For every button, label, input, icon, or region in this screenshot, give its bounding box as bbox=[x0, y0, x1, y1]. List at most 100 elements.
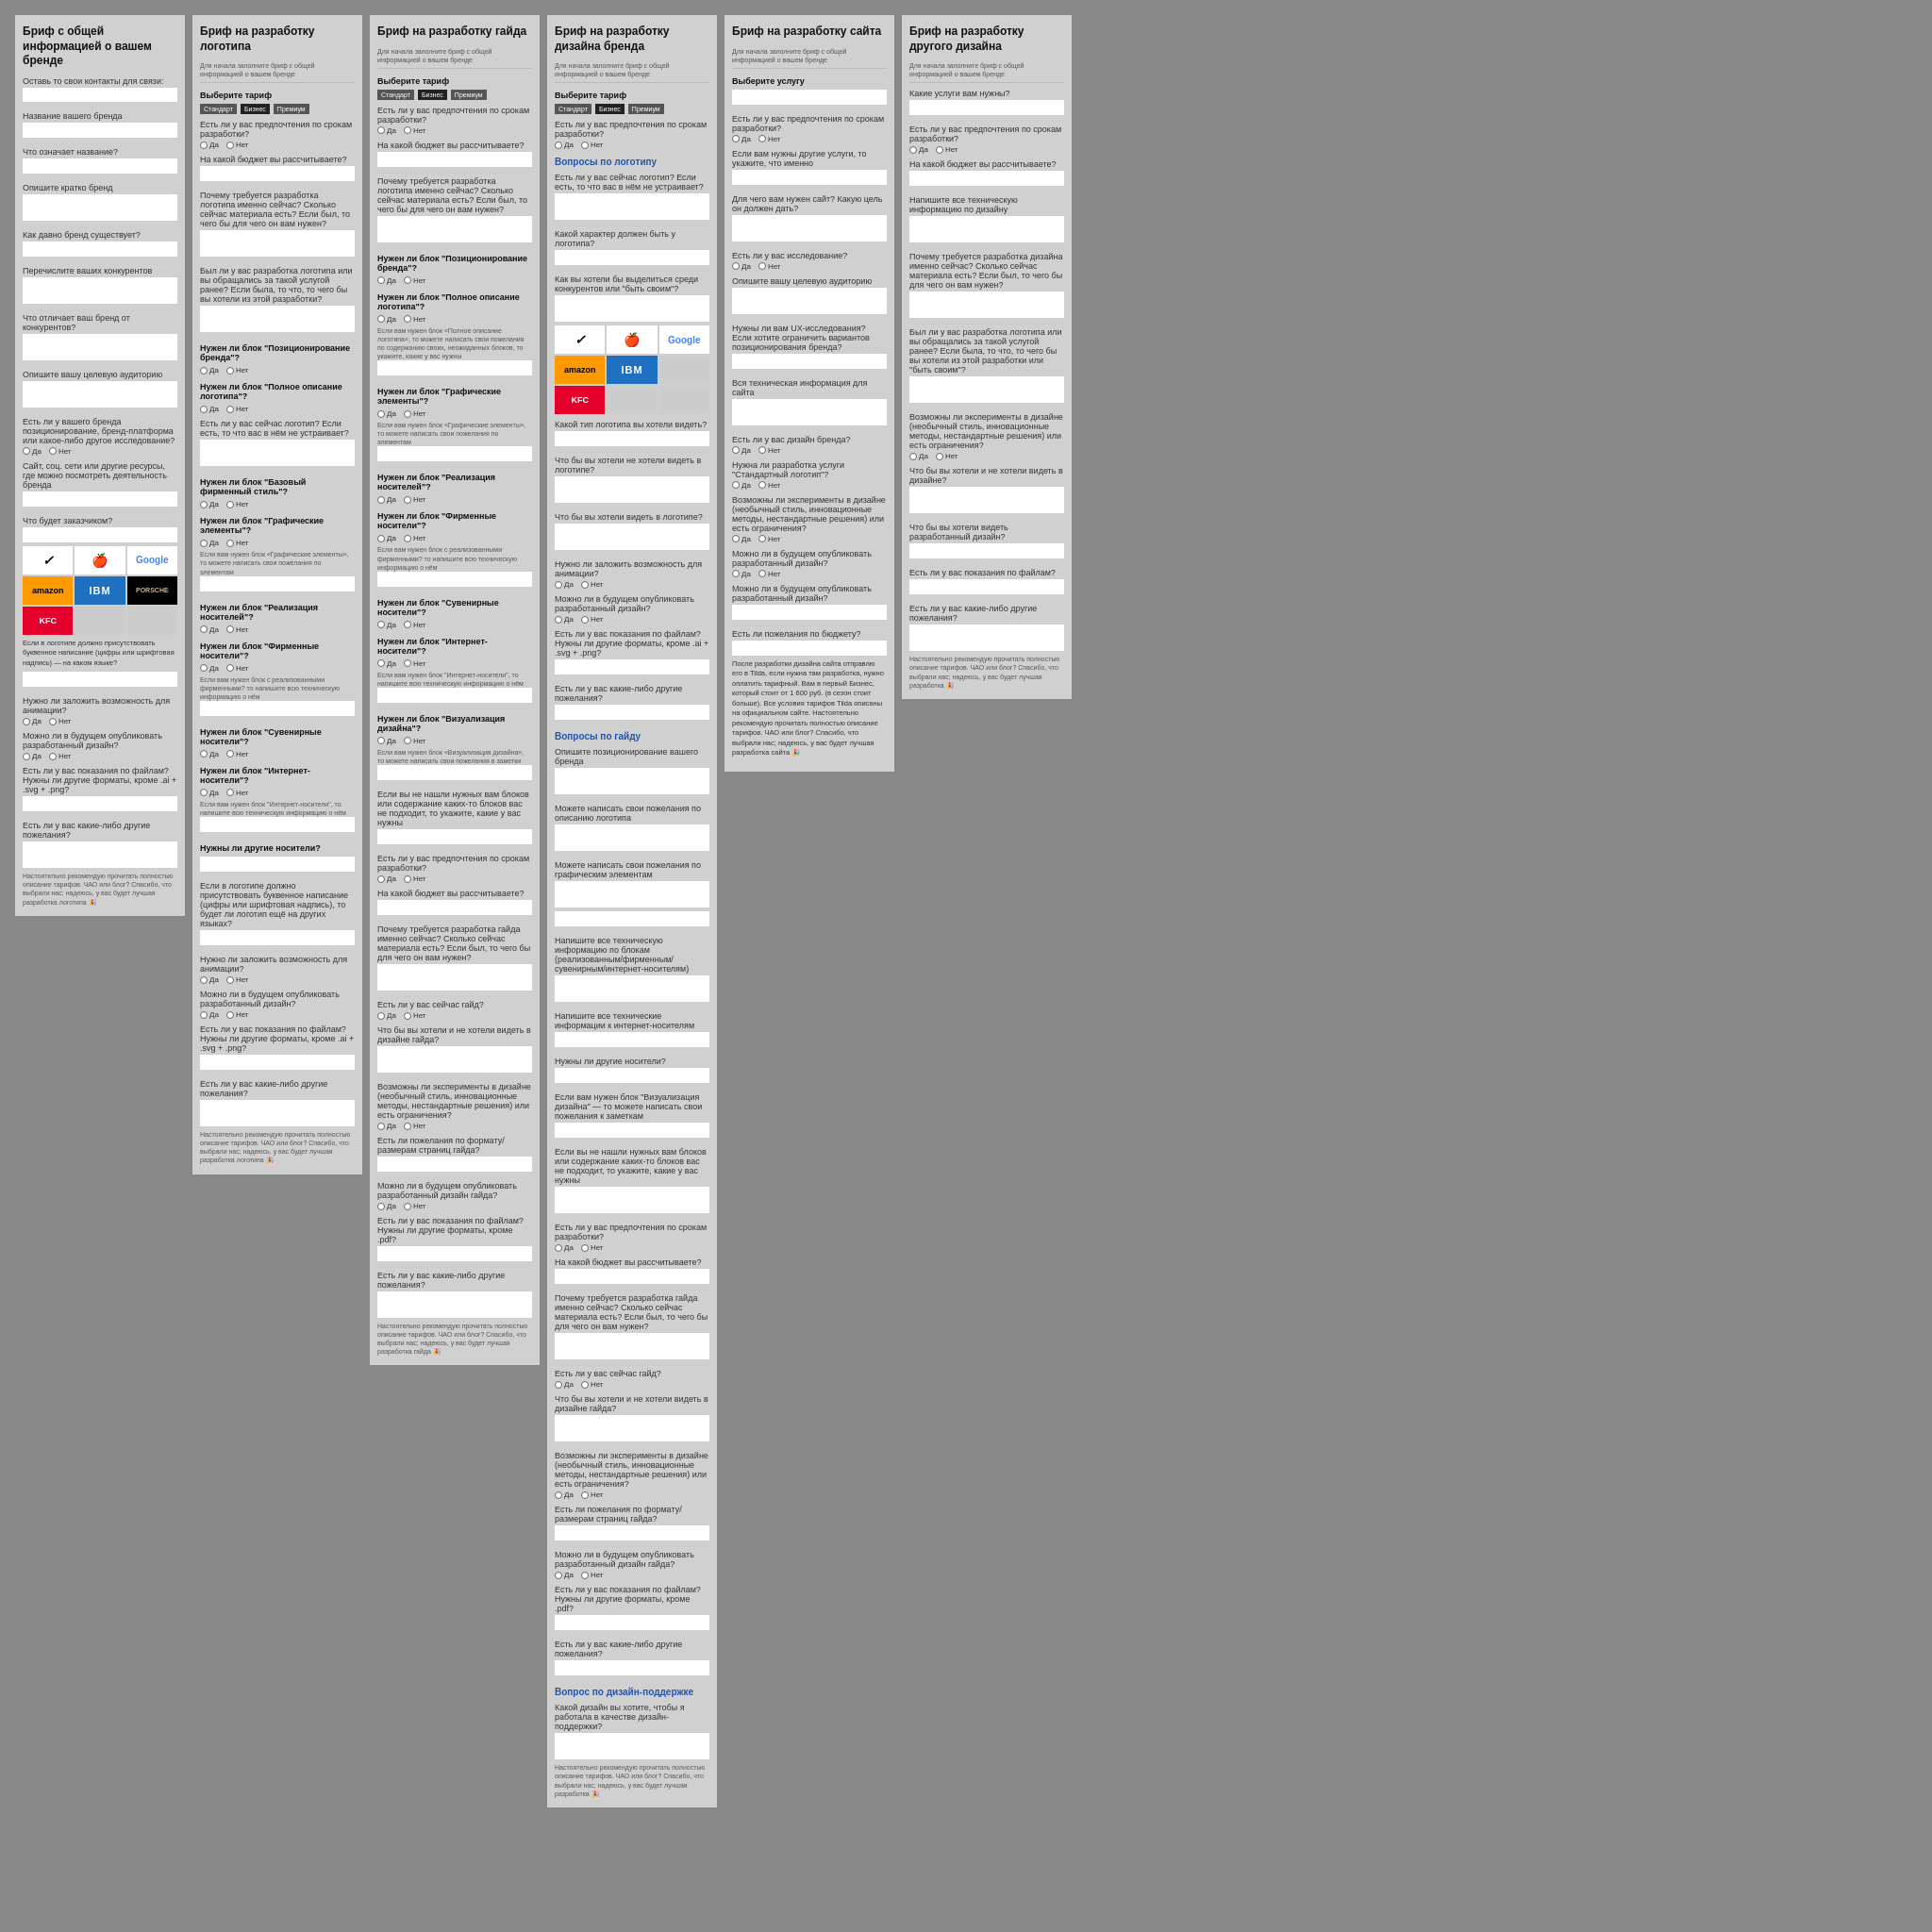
col3-deadline-no[interactable]: Нет bbox=[404, 126, 426, 135]
col3-block8-yes[interactable]: Да bbox=[377, 737, 396, 745]
col4-logo-type-input[interactable] bbox=[555, 431, 709, 446]
col6-files-input[interactable] bbox=[909, 579, 1064, 594]
block8-yes[interactable]: Да bbox=[200, 789, 219, 797]
col5-service-input[interactable] bbox=[732, 90, 887, 105]
col3-deadline2-no[interactable]: Нет bbox=[404, 874, 426, 883]
col2-budget-input[interactable] bbox=[200, 166, 355, 181]
col5-future2-input[interactable] bbox=[732, 605, 887, 620]
col5-deadline-no[interactable]: Нет bbox=[758, 135, 781, 143]
col5-ux-input[interactable] bbox=[732, 354, 887, 369]
col3-have-guide-yes[interactable]: Да bbox=[377, 1011, 396, 1020]
col5-deadline-yes[interactable]: Да bbox=[732, 135, 751, 143]
col3-future-no[interactable]: Нет bbox=[404, 1202, 426, 1210]
col4-standout-input[interactable] bbox=[555, 295, 709, 322]
col4-character-input[interactable] bbox=[555, 250, 709, 265]
col2-block4-input[interactable] bbox=[200, 576, 355, 591]
col4-viz-input[interactable] bbox=[555, 1123, 709, 1138]
col3-want-input[interactable] bbox=[377, 1046, 532, 1073]
col3-deadline2-yes[interactable]: Да bbox=[377, 874, 396, 883]
future-no[interactable]: Нет bbox=[49, 752, 72, 760]
future-yes[interactable]: Да bbox=[23, 752, 42, 760]
deadline-no[interactable]: Нет bbox=[226, 141, 249, 149]
positioning-no[interactable]: Нет bbox=[49, 447, 72, 456]
col6-want-input[interactable] bbox=[909, 487, 1064, 513]
col3-format-input[interactable] bbox=[377, 1157, 532, 1172]
col6-had-input[interactable] bbox=[909, 376, 1064, 403]
col4-deadline-no[interactable]: Нет bbox=[581, 141, 604, 149]
col6-tech-input[interactable] bbox=[909, 216, 1064, 242]
tariff-business[interactable]: Бизнес bbox=[241, 104, 270, 114]
block4-no[interactable]: Нет bbox=[226, 539, 249, 547]
tariff-standard[interactable]: Стандарт bbox=[200, 104, 237, 114]
positioning-yes[interactable]: Да bbox=[23, 447, 42, 456]
col4-why-input[interactable] bbox=[555, 1333, 709, 1359]
col4-exp-yes[interactable]: Да bbox=[555, 1491, 574, 1499]
col3-future-yes[interactable]: Да bbox=[377, 1202, 396, 1210]
block2-yes[interactable]: Да bbox=[200, 405, 219, 413]
col3-block7-yes[interactable]: Да bbox=[377, 659, 396, 668]
deadline-yes[interactable]: Да bbox=[200, 141, 219, 149]
audience-input[interactable] bbox=[23, 381, 177, 408]
block3-no[interactable]: Нет bbox=[226, 500, 249, 508]
col4-anim-yes[interactable]: Да bbox=[555, 580, 574, 589]
col5-hb-no[interactable]: Нет bbox=[758, 446, 781, 455]
col6-services-input[interactable] bbox=[909, 100, 1064, 115]
other-input[interactable] bbox=[23, 841, 177, 868]
col3-block3-yes[interactable]: Да bbox=[377, 409, 396, 418]
col2-had-input[interactable] bbox=[200, 306, 355, 332]
col2-block8-input[interactable] bbox=[200, 817, 355, 832]
client-input[interactable] bbox=[23, 527, 177, 542]
col3-block8-no[interactable]: Нет bbox=[404, 737, 426, 745]
col5-exp-no[interactable]: Нет bbox=[758, 535, 781, 543]
col3-block4-yes[interactable]: Да bbox=[377, 495, 396, 504]
col2-block6-input[interactable] bbox=[200, 701, 355, 716]
competitors-input[interactable] bbox=[23, 277, 177, 304]
differentiation-input[interactable] bbox=[23, 334, 177, 360]
col4-other2-input[interactable] bbox=[555, 1660, 709, 1675]
block1-no[interactable]: Нет bbox=[226, 366, 249, 375]
col3-tariff-business[interactable]: Бизнес bbox=[418, 90, 447, 100]
col3-deadline-yes[interactable]: Да bbox=[377, 126, 396, 135]
col4-files-input[interactable] bbox=[555, 659, 709, 675]
col3-have-guide-no[interactable]: Нет bbox=[404, 1011, 426, 1020]
col4-deadline2-no[interactable]: Нет bbox=[581, 1243, 604, 1252]
col6-exp-yes[interactable]: Да bbox=[909, 452, 928, 460]
brand-desc-input[interactable] bbox=[23, 194, 177, 221]
col4-hg-no[interactable]: Нет bbox=[581, 1380, 604, 1389]
block6-no[interactable]: Нет bbox=[226, 664, 249, 673]
col5-audience-input[interactable] bbox=[732, 288, 887, 314]
col3-block2-no[interactable]: Нет bbox=[404, 315, 426, 324]
col6-exp-no[interactable]: Нет bbox=[936, 452, 958, 460]
col3-why-input[interactable] bbox=[377, 216, 532, 242]
animation-no[interactable]: Нет bbox=[49, 717, 72, 725]
col4-nofit-input[interactable] bbox=[555, 1187, 709, 1213]
col5-other-services-input[interactable] bbox=[732, 170, 887, 185]
col4-want-input[interactable] bbox=[555, 524, 709, 550]
col3-block6-no[interactable]: Нет bbox=[404, 621, 426, 629]
col5-budget-input[interactable] bbox=[732, 641, 887, 656]
col5-f-no[interactable]: Нет bbox=[758, 570, 781, 578]
col5-why-site-input[interactable] bbox=[732, 215, 887, 242]
block7-yes[interactable]: Да bbox=[200, 750, 219, 758]
block2-no[interactable]: Нет bbox=[226, 405, 249, 413]
block8-no[interactable]: Нет bbox=[226, 789, 249, 797]
tariff-premium[interactable]: Премиум bbox=[274, 104, 309, 114]
col5-res-yes[interactable]: Да bbox=[732, 262, 751, 271]
col5-res-no[interactable]: Нет bbox=[758, 262, 781, 271]
col2-why-input[interactable] bbox=[200, 230, 355, 257]
col3-noblocks-input[interactable] bbox=[377, 829, 532, 844]
col3-other-input[interactable] bbox=[377, 1291, 532, 1318]
col6-why-input[interactable] bbox=[909, 291, 1064, 318]
block7-no[interactable]: Нет bbox=[226, 750, 249, 758]
col5-ss-no[interactable]: Нет bbox=[758, 481, 781, 490]
col2-future-yes[interactable]: Да bbox=[200, 1010, 219, 1019]
col2-lang-input[interactable] bbox=[200, 930, 355, 945]
col3-exp-yes[interactable]: Да bbox=[377, 1122, 396, 1130]
col3-block1-yes[interactable]: Да bbox=[377, 276, 396, 285]
col4-deadline-yes[interactable]: Да bbox=[555, 141, 574, 149]
col2-current-logo-input[interactable] bbox=[200, 440, 355, 466]
col4-notwant-input[interactable] bbox=[555, 476, 709, 503]
col6-other-input[interactable] bbox=[909, 625, 1064, 651]
block5-no[interactable]: Нет bbox=[226, 625, 249, 634]
col3-files-input[interactable] bbox=[377, 1246, 532, 1261]
